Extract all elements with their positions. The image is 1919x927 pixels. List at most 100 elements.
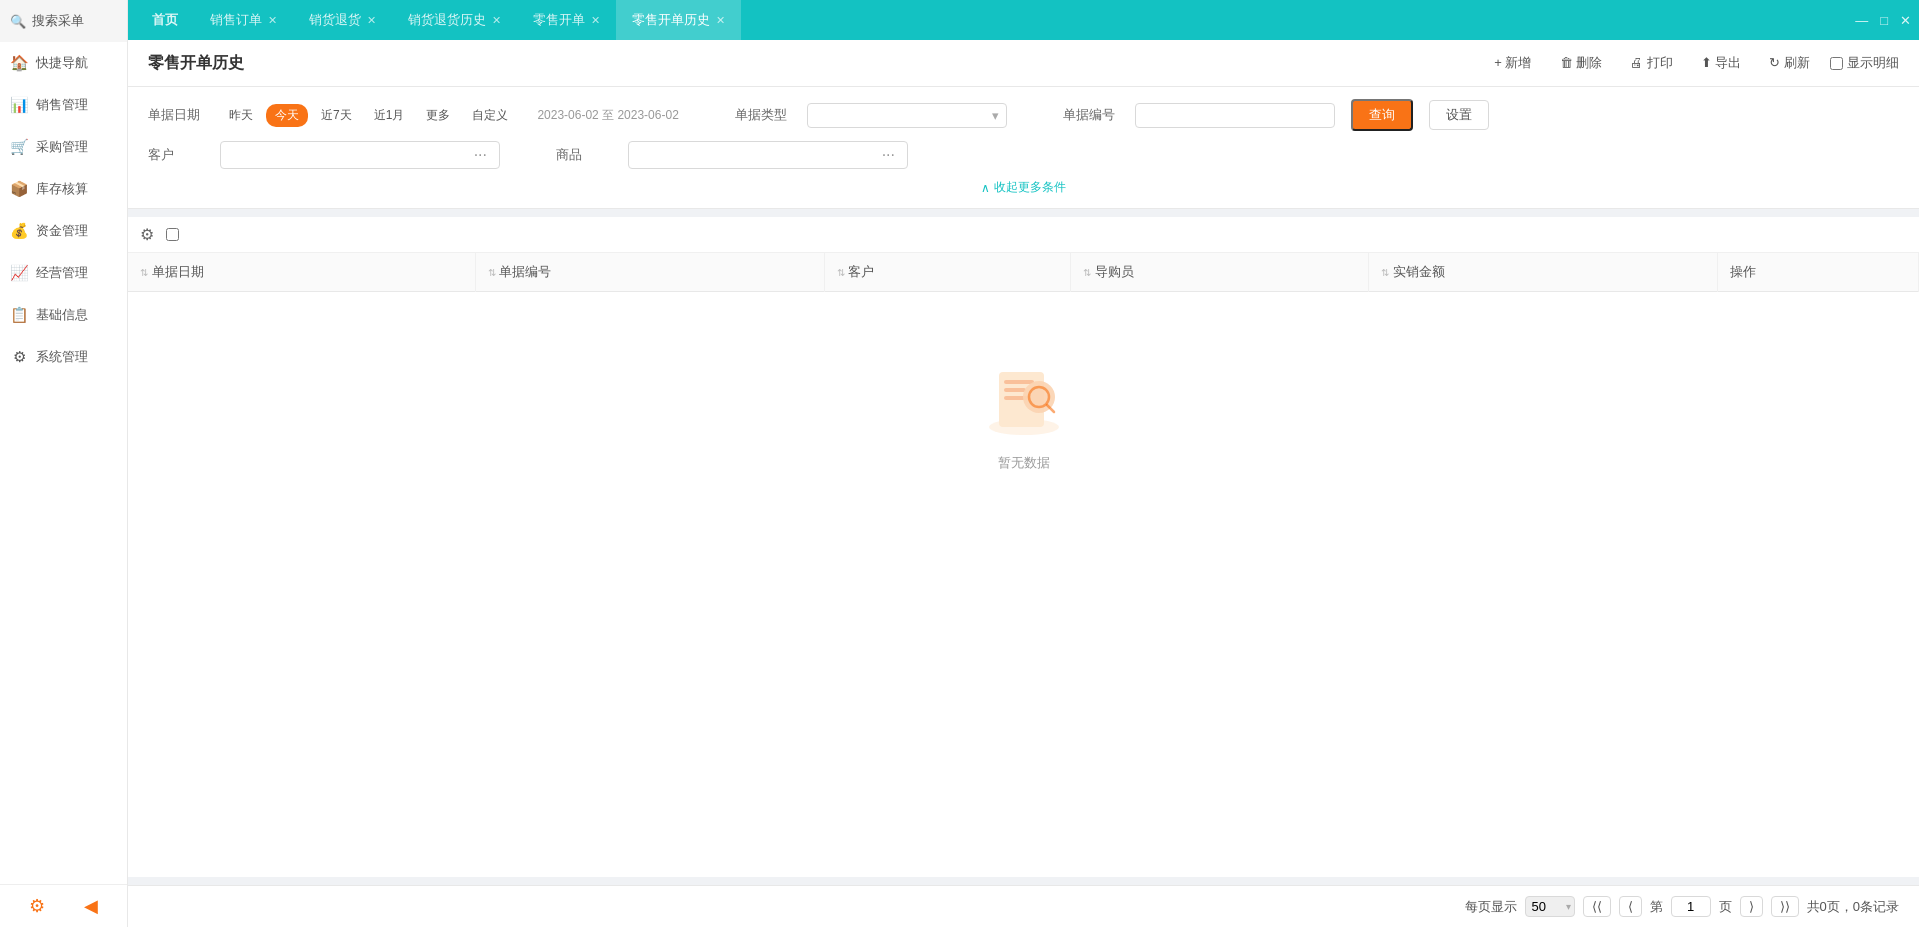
goods-dots[interactable]: ··· xyxy=(878,146,899,164)
sidebar-icon-inventory: 📦 xyxy=(10,180,28,198)
date-btn-自定义[interactable]: 自定义 xyxy=(463,104,517,127)
last-page-button[interactable]: ⟩⟩ xyxy=(1771,896,1799,917)
sidebar: 🔍 搜索采单 🏠快捷导航📊销售管理 🛒 采购管理 📦 库存核算 💰 资金管理 📈经营管理📋基础… xyxy=(0,0,128,927)
date-filter-label: 单据日期 xyxy=(148,106,204,124)
close-button[interactable]: ✕ xyxy=(1900,13,1911,28)
tab-home[interactable]: 首页 xyxy=(136,0,194,40)
empty-text: 暂无数据 xyxy=(998,454,1050,472)
tab-retail-open[interactable]: 零售开单 ✕ xyxy=(517,0,616,40)
sidebar-collapse-icon[interactable]: ◀ xyxy=(84,895,98,917)
sidebar-label-finance: 资金管理 xyxy=(36,222,88,240)
type-filter-select-wrap xyxy=(807,103,1007,128)
tab-label-retail-open-history: 零售开单历史 xyxy=(632,11,710,29)
date-btn-近7天[interactable]: 近7天 xyxy=(312,104,361,127)
sidebar-search[interactable]: 🔍 搜索采单 xyxy=(0,0,127,42)
svg-rect-2 xyxy=(1004,380,1034,384)
tab-close-sales-return-history[interactable]: ✕ xyxy=(492,14,501,27)
customer-filter-wrap[interactable]: ··· xyxy=(220,141,500,169)
query-button[interactable]: 查询 xyxy=(1351,99,1413,131)
date-btn-更多[interactable]: 更多 xyxy=(417,104,459,127)
sidebar-label-basic-info: 基础信息 xyxy=(36,306,88,324)
select-all-checkbox[interactable] xyxy=(166,228,179,241)
svg-rect-3 xyxy=(1004,388,1026,392)
sidebar-item-basic-info[interactable]: 📋基础信息 xyxy=(0,294,127,336)
page-header: 零售开单历史 + 新增 🗑 删除 🖨 打印 ⬆ 导出 ↻ 刷新 显示明细 xyxy=(128,40,1919,87)
export-button[interactable]: ⬆ 导出 xyxy=(1693,50,1750,76)
tab-close-sales-order[interactable]: ✕ xyxy=(268,14,277,27)
per-page-select[interactable]: 102050100 xyxy=(1525,896,1575,917)
date-btn-近1月[interactable]: 近1月 xyxy=(365,104,414,127)
sidebar-icon-purchase-mgmt: 🛒 xyxy=(10,138,28,156)
tab-close-retail-open-history[interactable]: ✕ xyxy=(716,14,725,27)
sidebar-label-purchase-mgmt: 采购管理 xyxy=(36,138,88,156)
content-area: 零售开单历史 + 新增 🗑 删除 🖨 打印 ⬆ 导出 ↻ 刷新 显示明细 单据日… xyxy=(128,40,1919,927)
sidebar-item-inventory[interactable]: 📦 库存核算 xyxy=(0,168,127,210)
print-button[interactable]: 🖨 打印 xyxy=(1622,50,1681,76)
col-header-action: 操作 xyxy=(1718,253,1919,292)
collapse-button[interactable]: ∧ 收起更多条件 xyxy=(981,179,1066,196)
maximize-button[interactable]: □ xyxy=(1880,13,1888,28)
toolbar: + 新增 🗑 删除 🖨 打印 ⬆ 导出 ↻ 刷新 显示明细 xyxy=(1486,50,1899,76)
date-btn-昨天[interactable]: 昨天 xyxy=(220,104,262,127)
number-filter-input[interactable] xyxy=(1135,103,1335,128)
tab-label-home: 首页 xyxy=(152,11,178,29)
col-header-number[interactable]: ⇅ 单据编号 xyxy=(475,253,824,292)
sidebar-icon-finance: 💰 xyxy=(10,222,28,240)
table-settings-icon[interactable]: ⚙ xyxy=(140,225,154,244)
col-header-customer[interactable]: ⇅ 客户 xyxy=(824,253,1071,292)
sort-icon-number[interactable]: ⇅ xyxy=(488,267,496,278)
next-page-button[interactable]: ⟩ xyxy=(1740,896,1763,917)
sidebar-item-sales-mgmt[interactable]: 📊销售管理 xyxy=(0,84,127,126)
sidebar-item-purchase-mgmt[interactable]: 🛒 采购管理 xyxy=(0,126,127,168)
table-container: ⚙ ⇅ 单据日期⇅ 单据编号⇅ 客户⇅ 导购员⇅ 实销金额操作 xyxy=(128,217,1919,877)
sort-icon-salesperson[interactable]: ⇅ xyxy=(1083,267,1091,278)
tab-sales-return-history[interactable]: 销货退货历史 ✕ xyxy=(392,0,517,40)
page-input[interactable] xyxy=(1671,896,1711,917)
sort-icon-customer[interactable]: ⇅ xyxy=(837,267,845,278)
sidebar-item-quick-nav[interactable]: 🏠快捷导航 xyxy=(0,42,127,84)
sidebar-item-system-mgmt[interactable]: ⚙系统管理 xyxy=(0,336,127,378)
sidebar-settings-icon[interactable]: ⚙ xyxy=(29,895,45,917)
new-button[interactable]: + 新增 xyxy=(1486,50,1539,76)
first-page-button[interactable]: ⟨⟨ xyxy=(1583,896,1611,917)
customer-dots[interactable]: ··· xyxy=(470,146,491,164)
refresh-button[interactable]: ↻ 刷新 xyxy=(1761,50,1818,76)
window-controls: — □ ✕ xyxy=(1855,13,1911,28)
tab-sales-return[interactable]: 销货退货 ✕ xyxy=(293,0,392,40)
sidebar-item-operations[interactable]: 📈经营管理 xyxy=(0,252,127,294)
goods-filter-label: 商品 xyxy=(556,146,612,164)
tab-retail-open-history[interactable]: 零售开单历史 ✕ xyxy=(616,0,741,40)
sort-icon-amount[interactable]: ⇅ xyxy=(1381,267,1389,278)
sort-icon-date[interactable]: ⇅ xyxy=(140,267,148,278)
tab-sales-order[interactable]: 销售订单 ✕ xyxy=(194,0,293,40)
display-detail-label: 显示明细 xyxy=(1847,54,1899,72)
table-toolbar: ⚙ xyxy=(128,217,1919,253)
collapse-label: 收起更多条件 xyxy=(994,179,1066,196)
sidebar-label-sales-mgmt: 销售管理 xyxy=(36,96,88,114)
goods-filter-wrap[interactable]: ··· xyxy=(628,141,908,169)
col-header-date[interactable]: ⇅ 单据日期 xyxy=(128,253,475,292)
sidebar-label-inventory: 库存核算 xyxy=(36,180,88,198)
pagination: 每页显示 102050100 ▾ ⟨⟨ ⟨ 第 页 ⟩ ⟩⟩ 共0页，0条记录 xyxy=(128,885,1919,927)
page-title: 零售开单历史 xyxy=(148,53,244,74)
col-header-salesperson[interactable]: ⇅ 导购员 xyxy=(1071,253,1369,292)
type-filter-select[interactable] xyxy=(807,103,1007,128)
date-btn-今天[interactable]: 今天 xyxy=(266,104,308,127)
tab-close-sales-return[interactable]: ✕ xyxy=(367,14,376,27)
top-nav: 首页销售订单 ✕销货退货 ✕销货退货历史 ✕零售开单 ✕零售开单历史 ✕ — □… xyxy=(128,0,1919,40)
prev-page-button[interactable]: ⟨ xyxy=(1619,896,1642,917)
sidebar-icon-operations: 📈 xyxy=(10,264,28,282)
sidebar-item-finance[interactable]: 💰 资金管理 xyxy=(0,210,127,252)
delete-button[interactable]: 🗑 删除 xyxy=(1552,50,1611,76)
minimize-button[interactable]: — xyxy=(1855,13,1868,28)
display-detail-toggle[interactable]: 显示明细 xyxy=(1830,54,1899,72)
per-page-label: 每页显示 xyxy=(1465,898,1517,916)
empty-state: 暂无数据 xyxy=(128,292,1919,532)
collapse-icon: ∧ xyxy=(981,181,990,195)
data-table: ⇅ 单据日期⇅ 单据编号⇅ 客户⇅ 导购员⇅ 实销金额操作 xyxy=(128,253,1919,292)
tab-label-sales-order: 销售订单 xyxy=(210,11,262,29)
col-header-amount[interactable]: ⇅ 实销金额 xyxy=(1369,253,1718,292)
settings-button[interactable]: 设置 xyxy=(1429,100,1489,130)
tab-close-retail-open[interactable]: ✕ xyxy=(591,14,600,27)
display-detail-checkbox[interactable] xyxy=(1830,57,1843,70)
